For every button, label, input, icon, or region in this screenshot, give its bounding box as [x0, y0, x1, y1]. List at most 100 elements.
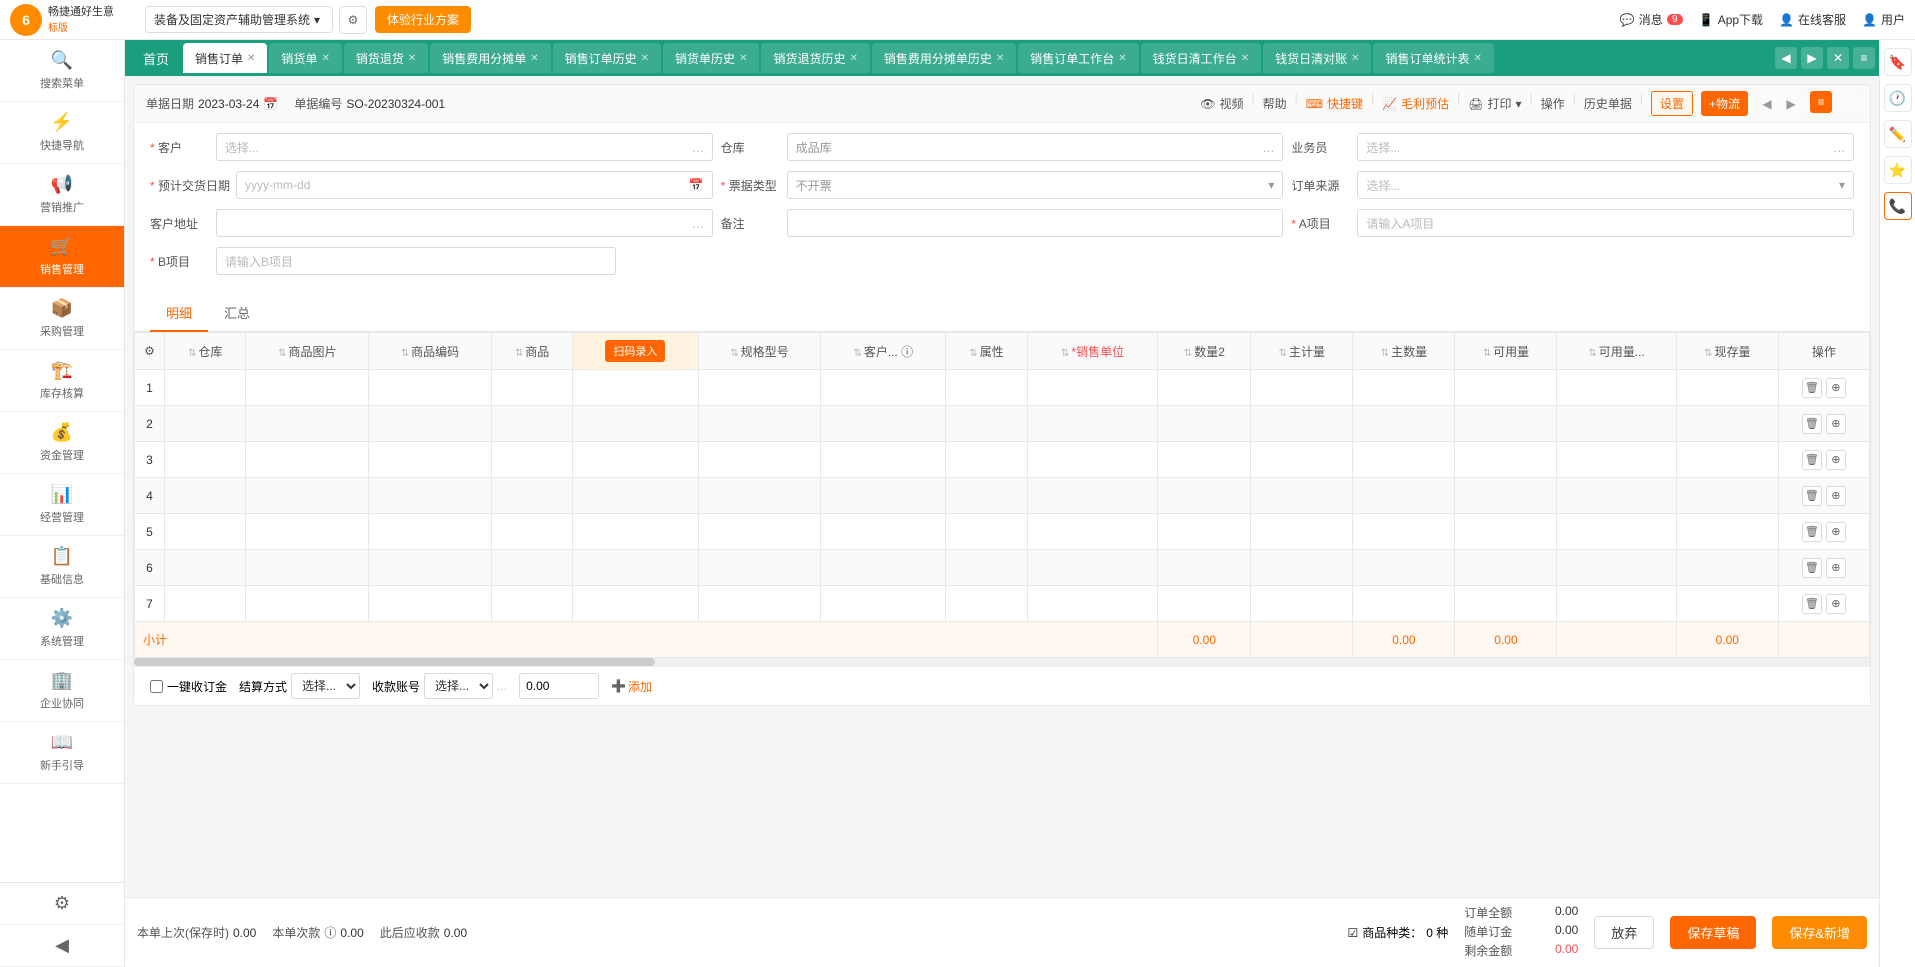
row-product-img[interactable]	[246, 370, 369, 406]
delivery-date-input[interactable]: yyyy-mm-dd 📅	[236, 171, 713, 199]
row-attr[interactable]	[946, 406, 1027, 442]
row-product[interactable]	[491, 586, 572, 622]
row-qty2[interactable]	[1158, 406, 1251, 442]
row-product-code[interactable]	[369, 370, 492, 406]
row-attr[interactable]	[946, 550, 1027, 586]
row-attr[interactable]	[946, 442, 1027, 478]
operation-button[interactable]: 操作	[1541, 91, 1565, 116]
th-attr[interactable]: ⇅属性	[946, 333, 1027, 370]
tab-close-icon[interactable]: ✕	[1241, 53, 1249, 64]
customer-input[interactable]: 选择... ...	[216, 133, 713, 161]
tab-close-icon[interactable]: ✕	[1474, 53, 1482, 64]
row-customer-col[interactable]	[821, 586, 946, 622]
th-qty2[interactable]: ⇅数量2	[1158, 333, 1251, 370]
row-available[interactable]	[1455, 442, 1557, 478]
row-stock[interactable]	[1676, 586, 1778, 622]
tab-close-icon[interactable]: ✕	[321, 53, 329, 64]
row-available[interactable]	[1455, 586, 1557, 622]
sidebar-item-purchase[interactable]: 📦 采购管理	[0, 288, 124, 350]
row-product-img[interactable]	[246, 478, 369, 514]
row-available[interactable]	[1455, 478, 1557, 514]
record-next-button[interactable]: ▶	[1780, 93, 1802, 115]
row-copy-button[interactable]: ⊕	[1826, 450, 1846, 470]
th-product-img[interactable]: ⇅商品图片	[246, 333, 369, 370]
staff-ellipsis[interactable]: ...	[1833, 139, 1845, 155]
row-available2[interactable]	[1557, 514, 1676, 550]
view-button[interactable]: 👁 视频	[1200, 91, 1243, 116]
row-available[interactable]	[1455, 370, 1557, 406]
row-main-qty[interactable]	[1353, 406, 1455, 442]
row-delete-button[interactable]: 🗑	[1802, 378, 1822, 398]
th-stock[interactable]: ⇅现存量	[1676, 333, 1778, 370]
tab-钱货日清对账[interactable]: 钱货日清对账 ✕	[1263, 43, 1371, 73]
save-draft-button[interactable]: 保存草稿	[1670, 916, 1756, 949]
row-main-qty[interactable]	[1353, 478, 1455, 514]
row-sales-unit[interactable]	[1027, 442, 1158, 478]
tab-close-icon[interactable]: ✕	[408, 53, 416, 64]
row-scan[interactable]	[573, 478, 698, 514]
amount-input[interactable]	[519, 673, 599, 699]
tab-销售订单历史[interactable]: 销售订单历史 ✕	[553, 43, 661, 73]
row-scan[interactable]	[573, 514, 698, 550]
row-warehouse[interactable]	[165, 370, 246, 406]
row-delete-button[interactable]: 🗑	[1802, 558, 1822, 578]
th-available2[interactable]: ⇅可用量...	[1557, 333, 1676, 370]
row-scan[interactable]	[573, 442, 698, 478]
tab-销售费用分摊单历史[interactable]: 销售费用分摊单历史 ✕	[872, 43, 1016, 73]
row-sales-unit[interactable]	[1027, 478, 1158, 514]
row-available2[interactable]	[1557, 442, 1676, 478]
row-spec[interactable]	[698, 370, 821, 406]
row-customer-col[interactable]	[821, 370, 946, 406]
tab-销售订单[interactable]: 销售订单 ✕	[183, 43, 267, 73]
row-stock[interactable]	[1676, 442, 1778, 478]
row-available2[interactable]	[1557, 370, 1676, 406]
row-copy-button[interactable]: ⊕	[1826, 378, 1846, 398]
customer-ellipsis[interactable]: ...	[692, 139, 704, 155]
row-attr[interactable]	[946, 478, 1027, 514]
rs-star[interactable]: ⭐	[1884, 156, 1912, 184]
tab-next-button[interactable]: ▶	[1801, 47, 1823, 69]
row-qty2[interactable]	[1158, 586, 1251, 622]
invoice-type-select[interactable]: 不开票 ▾	[787, 171, 1284, 199]
row-available2[interactable]	[1557, 478, 1676, 514]
remark-input[interactable]	[787, 209, 1284, 237]
warehouse-input[interactable]: 成品库 ...	[787, 133, 1284, 161]
row-customer-col[interactable]	[821, 550, 946, 586]
row-qty2[interactable]	[1158, 478, 1251, 514]
address-ellipsis[interactable]: ...	[692, 215, 704, 231]
th-scan[interactable]: 扫码录入	[573, 333, 698, 370]
sidebar-item-enterprise[interactable]: 🏢 企业协同	[0, 660, 124, 722]
row-qty2[interactable]	[1158, 370, 1251, 406]
row-copy-button[interactable]: ⊕	[1826, 522, 1846, 542]
tab-销货单历史[interactable]: 销货单历史 ✕	[663, 43, 759, 73]
a-project-input[interactable]: 请输入A项目	[1357, 209, 1854, 237]
row-sales-unit[interactable]	[1027, 586, 1158, 622]
tab-close-icon[interactable]: ✕	[996, 53, 1004, 64]
th-customer-col[interactable]: ⇅客户... ⓘ	[821, 333, 946, 370]
row-product-img[interactable]	[246, 550, 369, 586]
row-warehouse[interactable]	[165, 478, 246, 514]
th-main-unit[interactable]: ⇅主计量	[1251, 333, 1353, 370]
row-attr[interactable]	[946, 586, 1027, 622]
row-main-qty[interactable]	[1353, 442, 1455, 478]
add-material-button[interactable]: +物流	[1701, 91, 1748, 116]
row-attr[interactable]	[946, 370, 1027, 406]
view-grid-button[interactable]: ⊞	[1836, 91, 1858, 113]
tab-close-icon[interactable]: ✕	[849, 53, 857, 64]
row-available[interactable]	[1455, 514, 1557, 550]
sidebar-item-inventory[interactable]: 🏗️ 库存核算	[0, 350, 124, 412]
row-scan[interactable]	[573, 586, 698, 622]
row-scan[interactable]	[573, 550, 698, 586]
sidebar-item-system[interactable]: ⚙️ 系统管理	[0, 598, 124, 660]
row-available[interactable]	[1455, 550, 1557, 586]
rs-clock[interactable]: 🕐	[1884, 84, 1912, 112]
row-sales-unit[interactable]	[1027, 406, 1158, 442]
row-stock[interactable]	[1676, 514, 1778, 550]
view-list-button[interactable]: ≡	[1810, 91, 1832, 113]
sidebar-item-basic[interactable]: 📋 基础信息	[0, 536, 124, 598]
row-product[interactable]	[491, 406, 572, 442]
row-warehouse[interactable]	[165, 514, 246, 550]
rs-bookmark[interactable]: 🔖	[1884, 48, 1912, 76]
tab-销货单[interactable]: 销货单 ✕	[269, 43, 341, 73]
row-product-img[interactable]	[246, 586, 369, 622]
